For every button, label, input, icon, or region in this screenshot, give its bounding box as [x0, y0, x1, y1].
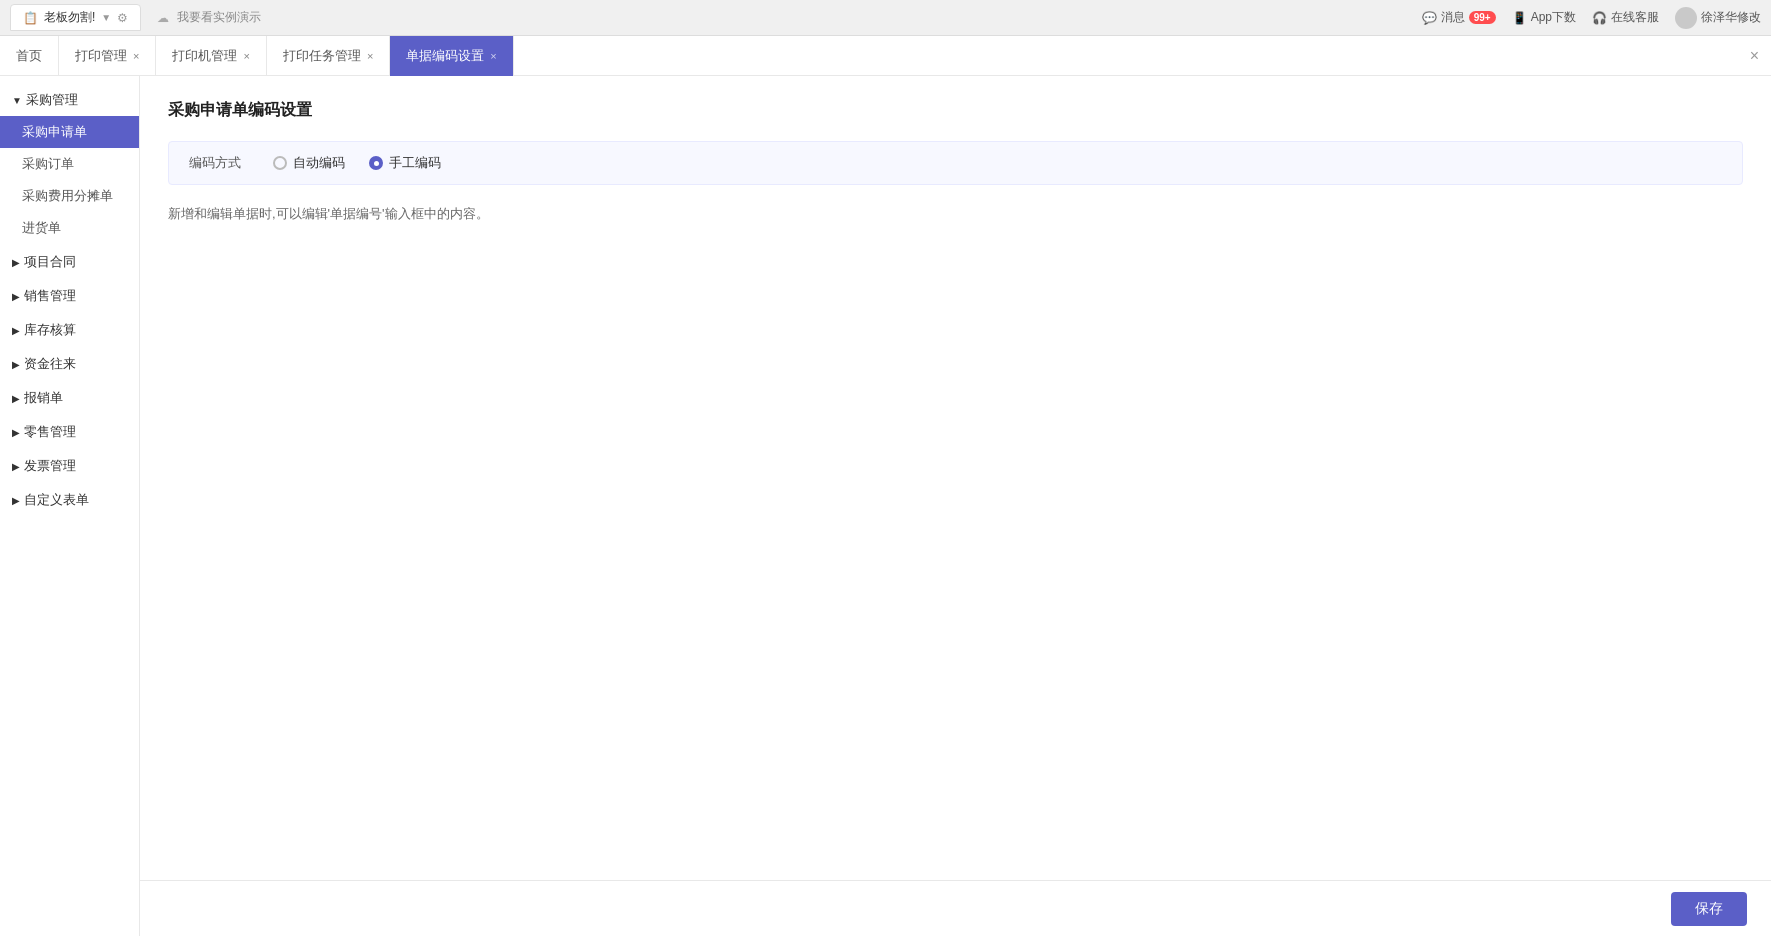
save-button[interactable]: 保存: [1671, 892, 1747, 926]
tab-barcode-setting-close[interactable]: ×: [490, 50, 496, 62]
message-label: 消息: [1441, 9, 1465, 26]
tab-print-task-close[interactable]: ×: [367, 50, 373, 62]
sidebar-item-inbound-label: 进货单: [22, 220, 61, 235]
tab-print-mgmt[interactable]: 打印管理 ×: [59, 36, 156, 76]
chevron-right-icon-retail: ▶: [12, 427, 20, 438]
sidebar-group-invoice-label: 发票管理: [24, 457, 76, 475]
coding-method-label: 编码方式: [189, 154, 241, 172]
sidebar-group-project-label: 项目合同: [24, 253, 76, 271]
auto-code-label: 自动编码: [293, 154, 345, 172]
sidebar-group-returns-title[interactable]: ▶ 报销单: [0, 382, 139, 414]
browser-tab-dropdown[interactable]: ▼: [101, 12, 111, 23]
sidebar-group-custom-label: 自定义表单: [24, 491, 89, 509]
app-download-area[interactable]: 📱 App下数: [1512, 9, 1576, 26]
cloud-icon: ☁: [157, 11, 169, 25]
sidebar-group-inventory-label: 库存核算: [24, 321, 76, 339]
sidebar-group-project-title[interactable]: ▶ 项目合同: [0, 246, 139, 278]
sidebar-item-purchase-order[interactable]: 采购订单: [0, 148, 139, 180]
sidebar-group-retail-label: 零售管理: [24, 423, 76, 441]
page-content: 采购申请单编码设置 编码方式 自动编码 手工编码 新增和编辑单据时,可以编辑'单…: [140, 76, 1771, 880]
auto-code-option[interactable]: 自动编码: [273, 154, 345, 172]
browser-hint-text: 我要看实例演示: [177, 9, 261, 26]
content-area: 采购申请单编码设置 编码方式 自动编码 手工编码 新增和编辑单据时,可以编辑'单…: [140, 76, 1771, 936]
browser-bar-right: 💬 消息 99+ 📱 App下数 🎧 在线客服 徐泽华修改: [1422, 7, 1761, 29]
sidebar-group-purchase-title[interactable]: ▼ 采购管理: [0, 84, 139, 116]
chevron-right-icon-inventory: ▶: [12, 325, 20, 336]
page-footer: 保存: [140, 880, 1771, 936]
browser-tab[interactable]: 📋 老板勿割! ▼ ⚙: [10, 4, 141, 31]
tab-print-task-label: 打印任务管理: [283, 47, 361, 65]
chevron-right-icon-sales: ▶: [12, 291, 20, 302]
tab-home[interactable]: 首页: [0, 36, 59, 76]
sidebar-group-invoice: ▶ 发票管理: [0, 450, 139, 482]
app-tabs-bar: 首页 打印管理 × 打印机管理 × 打印任务管理 × 单据编码设置 × ×: [0, 36, 1771, 76]
sidebar-group-retail-title[interactable]: ▶ 零售管理: [0, 416, 139, 448]
sidebar-group-inventory: ▶ 库存核算: [0, 314, 139, 346]
tab-print-mgmt-close[interactable]: ×: [133, 50, 139, 62]
sidebar-group-returns: ▶ 报销单: [0, 382, 139, 414]
sidebar-item-purchase-expense[interactable]: 采购费用分摊单: [0, 180, 139, 212]
coding-method-row: 编码方式 自动编码 手工编码: [168, 141, 1743, 185]
chevron-right-icon: ▶: [12, 257, 20, 268]
hint-text: 新增和编辑单据时,可以编辑'单据编号'输入框中的内容。: [168, 205, 1743, 223]
browser-settings-icon[interactable]: ⚙: [117, 11, 128, 25]
sidebar-group-custom-title[interactable]: ▶ 自定义表单: [0, 484, 139, 516]
sidebar-group-retail: ▶ 零售管理: [0, 416, 139, 448]
tab-barcode-setting-label: 单据编码设置: [406, 47, 484, 65]
user-area[interactable]: 徐泽华修改: [1675, 7, 1761, 29]
sidebar-group-custom: ▶ 自定义表单: [0, 484, 139, 516]
sidebar: ▼ 采购管理 采购申请单 采购订单 采购费用分摊单 进货单 ▶ 项目合同: [0, 76, 140, 936]
sidebar-group-sales: ▶ 销售管理: [0, 280, 139, 312]
sidebar-group-project: ▶ 项目合同: [0, 246, 139, 278]
app-download-label: App下数: [1531, 9, 1576, 26]
browser-tab-label: 老板勿割!: [44, 9, 95, 26]
chevron-right-icon-returns: ▶: [12, 393, 20, 404]
manual-code-option[interactable]: 手工编码: [369, 154, 441, 172]
tab-printer-mgmt[interactable]: 打印机管理 ×: [156, 36, 266, 76]
tab-favicon: 📋: [23, 11, 38, 25]
tab-home-label: 首页: [16, 47, 42, 65]
sidebar-group-returns-label: 报销单: [24, 389, 63, 407]
close-page-button[interactable]: ×: [1738, 47, 1771, 65]
sidebar-item-purchase-request-label: 采购申请单: [22, 124, 87, 139]
sidebar-group-purchase-label: 采购管理: [26, 91, 78, 109]
username-label: 徐泽华修改: [1701, 9, 1761, 26]
sidebar-group-funds: ▶ 资金往来: [0, 348, 139, 380]
browser-hint-bar: ☁ 我要看实例演示: [149, 9, 1413, 26]
auto-code-radio[interactable]: [273, 156, 287, 170]
online-support-label: 在线客服: [1611, 9, 1659, 26]
chevron-down-icon: ▼: [12, 95, 22, 106]
tab-printer-mgmt-close[interactable]: ×: [243, 50, 249, 62]
main-layout: ▼ 采购管理 采购申请单 采购订单 采购费用分摊单 进货单 ▶ 项目合同: [0, 76, 1771, 936]
sidebar-group-funds-title[interactable]: ▶ 资金往来: [0, 348, 139, 380]
sidebar-group-sales-label: 销售管理: [24, 287, 76, 305]
page-title: 采购申请单编码设置: [168, 100, 1743, 121]
manual-code-radio[interactable]: [369, 156, 383, 170]
message-icon: 💬: [1422, 11, 1437, 25]
chevron-right-icon-custom: ▶: [12, 495, 20, 506]
sidebar-group-purchase: ▼ 采购管理 采购申请单 采购订单 采购费用分摊单 进货单: [0, 84, 139, 244]
sidebar-item-purchase-expense-label: 采购费用分摊单: [22, 188, 113, 203]
chevron-right-icon-invoice: ▶: [12, 461, 20, 472]
headphone-icon: 🎧: [1592, 11, 1607, 25]
tab-print-mgmt-label: 打印管理: [75, 47, 127, 65]
sidebar-item-inbound[interactable]: 进货单: [0, 212, 139, 244]
avatar: [1675, 7, 1697, 29]
online-support-area[interactable]: 🎧 在线客服: [1592, 9, 1659, 26]
browser-bar: 📋 老板勿割! ▼ ⚙ ☁ 我要看实例演示 💬 消息 99+ 📱 App下数 🎧…: [0, 0, 1771, 36]
sidebar-group-invoice-title[interactable]: ▶ 发票管理: [0, 450, 139, 482]
sidebar-group-inventory-title[interactable]: ▶ 库存核算: [0, 314, 139, 346]
chevron-right-icon-funds: ▶: [12, 359, 20, 370]
tab-printer-mgmt-label: 打印机管理: [172, 47, 237, 65]
message-area[interactable]: 💬 消息 99+: [1422, 9, 1496, 26]
sidebar-group-funds-label: 资金往来: [24, 355, 76, 373]
sidebar-item-purchase-order-label: 采购订单: [22, 156, 74, 171]
tab-print-task[interactable]: 打印任务管理 ×: [267, 36, 390, 76]
sidebar-group-sales-title[interactable]: ▶ 销售管理: [0, 280, 139, 312]
message-badge: 99+: [1469, 11, 1496, 24]
app-download-icon: 📱: [1512, 11, 1527, 25]
tab-barcode-setting[interactable]: 单据编码设置 ×: [390, 36, 513, 76]
manual-code-label: 手工编码: [389, 154, 441, 172]
sidebar-item-purchase-request[interactable]: 采购申请单: [0, 116, 139, 148]
